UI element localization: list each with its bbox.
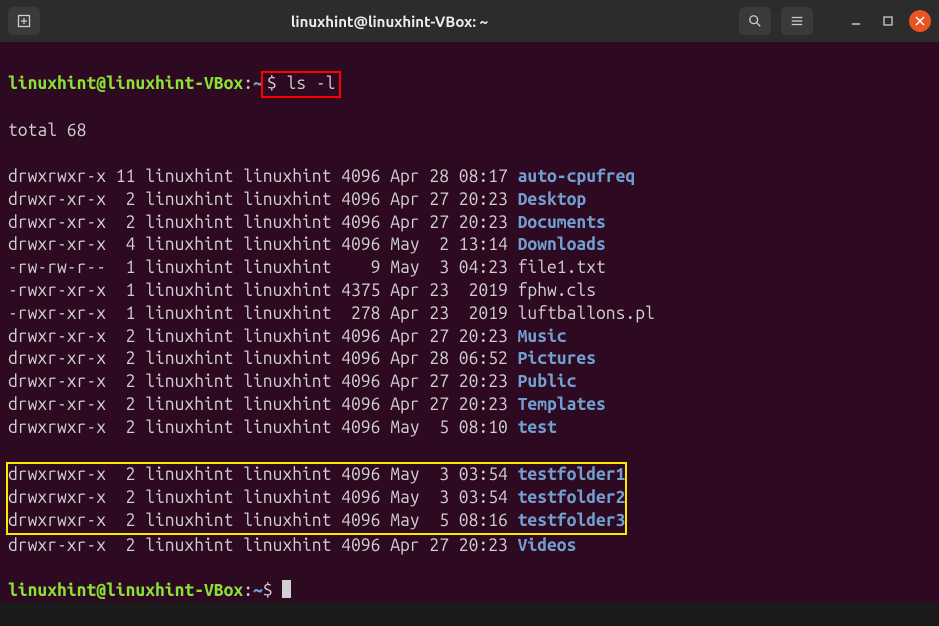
file-name: auto-cpufreq <box>518 167 636 186</box>
file-name: testfolder2 <box>518 488 626 507</box>
listing-row: -rw-rw-r-- 1 linuxhint linuxhint 9 May 3… <box>8 257 931 280</box>
cursor <box>282 580 291 598</box>
listing-row: drwxr-xr-x 2 linuxhint linuxhint 4096 Ap… <box>8 212 931 235</box>
window-title: linuxhint@linuxhint-VBox: ~ <box>48 13 731 30</box>
file-name: test <box>518 418 557 437</box>
titlebar: linuxhint@linuxhint-VBox: ~ <box>0 0 939 42</box>
file-name: Music <box>518 327 567 346</box>
file-name: testfolder1 <box>518 465 626 484</box>
listing-row: drwxr-xr-x 2 linuxhint linuxhint 4096 Ap… <box>8 348 931 371</box>
prompt-line-2: linuxhint@linuxhint-VBox:~$ <box>8 580 931 603</box>
file-name: testfolder3 <box>518 511 626 530</box>
close-icon <box>915 16 925 26</box>
highlighted-rows: drwxrwxr-x 2 linuxhint linuxhint 4096 Ma… <box>6 462 627 534</box>
listing-row: drwxr-xr-x 4 linuxhint linuxhint 4096 Ma… <box>8 234 931 257</box>
listing-row: drwxr-xr-x 2 linuxhint linuxhint 4096 Ap… <box>8 326 931 349</box>
search-button[interactable] <box>739 7 771 35</box>
search-icon <box>748 14 762 28</box>
file-name: luftballons.pl <box>518 304 655 323</box>
close-button[interactable] <box>909 10 931 32</box>
listing-row: -rwxr-xr-x 1 linuxhint linuxhint 278 Apr… <box>8 303 931 326</box>
file-name: Downloads <box>518 235 606 254</box>
file-name: Public <box>518 372 577 391</box>
file-name: Videos <box>518 536 577 555</box>
listing-row: drwxr-xr-x 2 linuxhint linuxhint 4096 Ap… <box>8 535 931 558</box>
terminal-output[interactable]: linuxhint@linuxhint-VBox:~$ ls -l total … <box>0 42 939 602</box>
listing-row: drwxrwxr-x 2 linuxhint linuxhint 4096 Ma… <box>8 510 625 533</box>
listing-row: drwxrwxr-x 2 linuxhint linuxhint 4096 Ma… <box>8 487 625 510</box>
listing-row: drwxrwxr-x 2 linuxhint linuxhint 4096 Ma… <box>8 417 931 440</box>
listing-block: drwxrwxr-x 11 linuxhint linuxhint 4096 A… <box>8 166 931 440</box>
new-tab-icon <box>16 13 32 29</box>
maximize-icon <box>882 15 894 27</box>
prompt-user-host: linuxhint@linuxhint-VBox <box>8 74 243 93</box>
listing-row: drwxr-xr-x 2 linuxhint linuxhint 4096 Ap… <box>8 371 931 394</box>
prompt-line-1: linuxhint@linuxhint-VBox:~$ ls -l <box>8 71 931 98</box>
menu-button[interactable] <box>781 7 813 35</box>
listing-row: drwxrwxr-x 2 linuxhint linuxhint 4096 Ma… <box>8 464 625 487</box>
command-highlight: $ ls -l <box>261 71 342 98</box>
listing-after-block: drwxr-xr-x 2 linuxhint linuxhint 4096 Ap… <box>8 535 931 558</box>
listing-row: drwxrwxr-x 11 linuxhint linuxhint 4096 A… <box>8 166 931 189</box>
file-name: Documents <box>518 213 606 232</box>
command-text: ls -l <box>286 74 335 93</box>
file-name: file1.txt <box>518 258 606 277</box>
minimize-icon <box>850 15 862 27</box>
new-tab-button[interactable] <box>8 7 40 35</box>
file-name: fphw.cls <box>518 281 596 300</box>
listing-row: drwxr-xr-x 2 linuxhint linuxhint 4096 Ap… <box>8 189 931 212</box>
listing-row: -rwxr-xr-x 1 linuxhint linuxhint 4375 Ap… <box>8 280 931 303</box>
hamburger-icon <box>790 14 804 28</box>
total-line: total 68 <box>8 120 931 143</box>
file-name: Pictures <box>518 349 596 368</box>
file-name: Templates <box>518 395 606 414</box>
file-name: Desktop <box>518 190 587 209</box>
maximize-button[interactable] <box>877 10 899 32</box>
listing-row: drwxr-xr-x 2 linuxhint linuxhint 4096 Ap… <box>8 394 931 417</box>
minimize-button[interactable] <box>845 10 867 32</box>
